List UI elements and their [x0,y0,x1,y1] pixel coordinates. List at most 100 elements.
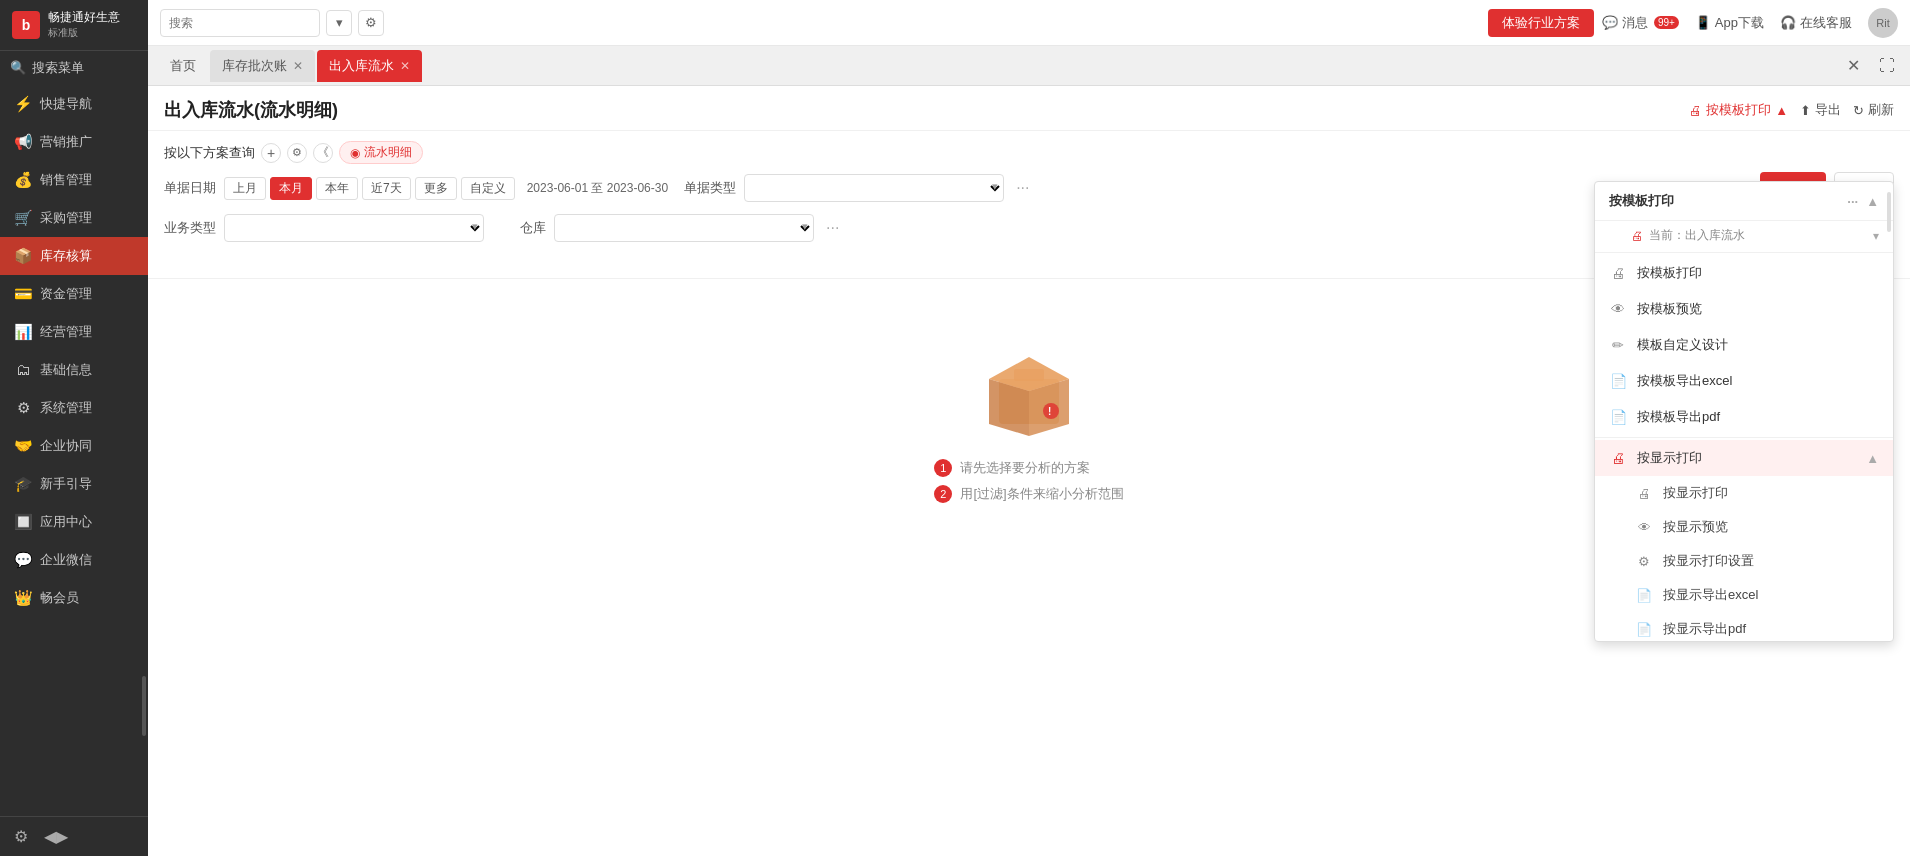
sidebar-search[interactable]: 🔍 搜索菜单 [0,51,148,85]
sidebar-item-label: 基础信息 [40,361,92,379]
export-btn[interactable]: ⬆ 导出 [1800,101,1841,119]
tab-inventory-batch[interactable]: 库存批次账 ✕ [210,50,315,82]
panel-collapse-icon[interactable]: ▲ [1866,194,1879,209]
empty-step-1: 1 请先选择要分析的方案 [934,459,1123,477]
tab-inout-flow[interactable]: 出入库流水 ✕ [317,50,422,82]
tab-home[interactable]: 首页 [158,50,208,82]
filter-tag-icon: ◉ [350,146,360,160]
settings-icon[interactable]: ⚙ [14,827,28,846]
filter-date-thismonth[interactable]: 本月 [270,177,312,200]
tab-home-label: 首页 [170,57,196,75]
dp-template-export-excel[interactable]: 📄 按模板导出excel [1595,363,1893,399]
filter-warehouse-select[interactable] [554,214,814,242]
sidebar-item-label: 采购管理 [40,209,92,227]
inventory-icon: 📦 [14,247,32,265]
search-icon: 🔍 [10,60,26,75]
dp-display-print-settings[interactable]: ⚙ 按显示打印设置 [1595,544,1893,578]
more-options-icon[interactable]: ··· [1847,194,1858,209]
collapse-icon[interactable]: ◀▶ [44,827,68,846]
filter-add-btn[interactable]: + [261,143,281,163]
current-icon: 🖨 [1631,229,1643,243]
sidebar-item-member[interactable]: 👑 畅会员 [0,579,148,617]
refresh-btn[interactable]: ↻ 刷新 [1853,101,1894,119]
app-edition: 标准版 [48,26,120,40]
sidebar-item-basic[interactable]: 🗂 基础信息 [0,351,148,389]
online-service-btn[interactable]: 🎧 在线客服 [1780,14,1852,32]
current-label-text: 当前：出入库流水 [1649,227,1745,244]
filter-settings-btn[interactable]: ⚙ [287,143,307,163]
filter-warehouse-item: 仓库 ▾ ··· [520,214,860,242]
sidebar-item-cooperation[interactable]: 🤝 企业协同 [0,427,148,465]
user-avatar[interactable]: Rit [1868,8,1898,38]
step-2-num: 2 [934,485,952,503]
sidebar-item-apps[interactable]: 🔲 应用中心 [0,503,148,541]
app-download-btn[interactable]: 📱 App下载 [1695,14,1764,32]
dp-display-export-pdf[interactable]: 📄 按显示导出pdf [1595,612,1893,641]
filter-date-custom[interactable]: 自定义 [461,177,515,200]
filter-date-lastmonth[interactable]: 上月 [224,177,266,200]
message-btn[interactable]: 💬 消息 99+ [1602,14,1679,32]
sidebar-item-marketing[interactable]: 📢 营销推广 [0,123,148,161]
dp-template-export-pdf-label: 按模板导出pdf [1637,408,1720,426]
sidebar-item-wechat[interactable]: 💬 企业微信 [0,541,148,579]
sidebar-item-label: 应用中心 [40,513,92,531]
pdf-icon: 📄 [1609,409,1627,425]
filter-date-7days[interactable]: 近7天 [362,177,411,200]
topbar-dropdown-btn[interactable]: ▾ [326,10,352,36]
dp-display-preview[interactable]: 👁 按显示预览 [1595,510,1893,544]
dp-display-settings-icon: ⚙ [1635,554,1653,569]
sidebar-item-sales[interactable]: 💰 销售管理 [0,161,148,199]
dropdown-panel-title: 按模板打印 [1609,192,1674,210]
dp-display-export-excel[interactable]: 📄 按显示导出excel [1595,578,1893,612]
filter-type-select[interactable] [744,174,1004,202]
operations-icon: 📊 [14,323,32,341]
dp-current-label: 🖨 当前：出入库流水 ▾ [1595,221,1893,250]
warehouse-more-icon[interactable]: ··· [826,219,839,237]
sales-icon: 💰 [14,171,32,189]
sidebar-item-label: 企业协同 [40,437,92,455]
sidebar-item-quick-nav[interactable]: ⚡ 快捷导航 [0,85,148,123]
sidebar-item-purchase[interactable]: 🛒 采购管理 [0,199,148,237]
filter-date-thisyear[interactable]: 本年 [316,177,358,200]
current-arrow-icon: ▾ [1873,229,1879,243]
filter-date-label: 单据日期 [164,179,216,197]
export-icon: ⬆ [1800,103,1811,118]
type-more-icon[interactable]: ··· [1016,179,1029,197]
tab-inout-flow-close[interactable]: ✕ [400,59,410,73]
topbar-search-input[interactable] [160,9,320,37]
quick-nav-icon: ⚡ [14,95,32,113]
topbar-settings-btn[interactable]: ⚙ [358,10,384,36]
tab-inventory-batch-close[interactable]: ✕ [293,59,303,73]
dropdown-panel-header: 按模板打印 ··· ▲ [1595,182,1893,221]
sidebar-item-inventory[interactable]: 📦 库存核算 [0,237,148,275]
headset-icon: 🎧 [1780,15,1796,30]
sidebar-item-label: 系统管理 [40,399,92,417]
filter-label-row: 按以下方案查询 + ⚙ 《 ◉ 流水明细 [164,141,1894,164]
filter-business-select[interactable] [224,214,484,242]
dp-display-print[interactable]: 🖨 按显示打印 [1595,476,1893,510]
dp-template-print[interactable]: 🖨 按模板打印 [1595,255,1893,291]
filter-collapse-btn[interactable]: 《 [313,143,333,163]
dropdown-panel-content: 🖨 当前：出入库流水 ▾ 🖨 按模板打印 👁 按模板预览 ✏ [1595,221,1893,641]
dp-template-export-pdf[interactable]: 📄 按模板导出pdf [1595,399,1893,435]
filter-label-text: 按以下方案查询 [164,144,255,162]
sidebar-item-guide[interactable]: 🎓 新手引导 [0,465,148,503]
tab-expand-btn[interactable]: ⛶ [1874,53,1900,79]
filter-tag[interactable]: ◉ 流水明细 [339,141,423,164]
sidebar-item-system[interactable]: ⚙ 系统管理 [0,389,148,427]
search-label: 搜索菜单 [32,59,84,77]
filter-date-range: 2023-06-01 至 2023-06-30 [527,180,668,197]
trial-btn[interactable]: 体验行业方案 [1488,9,1594,37]
tabbar: 首页 库存批次账 ✕ 出入库流水 ✕ ✕ ⛶ [148,46,1910,86]
dp-template-customize[interactable]: ✏ 模板自定义设计 [1595,327,1893,363]
dp-template-preview[interactable]: 👁 按模板预览 [1595,291,1893,327]
filter-date-more[interactable]: 更多 [415,177,457,200]
sidebar-item-operations[interactable]: 📊 经营管理 [0,313,148,351]
tab-close-all-btn[interactable]: ✕ [1840,53,1866,79]
print-template-btn[interactable]: 🖨 按模板打印 ▲ [1689,101,1788,119]
sidebar-item-finance[interactable]: 💳 资金管理 [0,275,148,313]
empty-step-2: 2 用[过滤]条件来缩小分析范围 [934,485,1123,503]
dropdown-panel-header-actions: ··· ▲ [1847,194,1879,209]
dp-display-print-label: 按显示打印 [1663,484,1728,502]
dp-display-print-group[interactable]: 🖨 按显示打印 ▲ [1595,440,1893,476]
